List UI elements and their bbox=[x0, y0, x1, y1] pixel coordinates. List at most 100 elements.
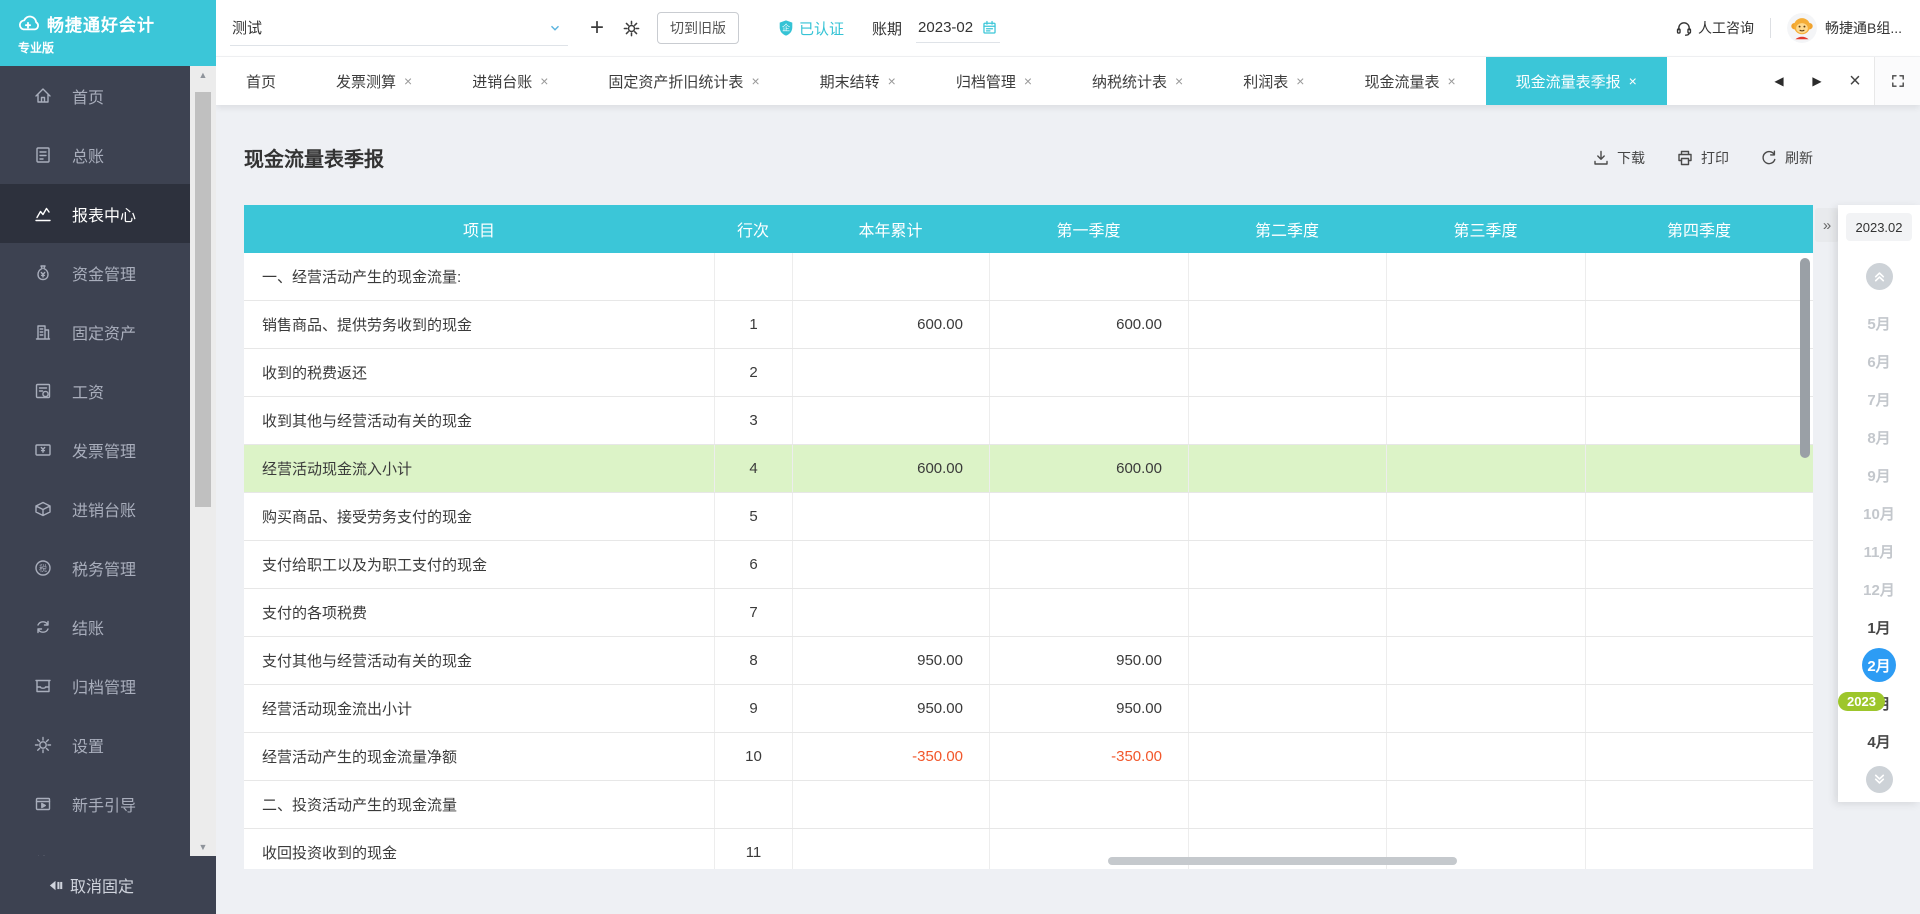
table-row[interactable]: 经营活动现金流入小计 4 600.00 600.00 bbox=[244, 445, 1813, 493]
sidebar-item-固定资产[interactable]: 固定资产 bbox=[0, 302, 190, 361]
close-tab-icon[interactable]: × bbox=[404, 73, 412, 89]
period-date-input[interactable]: 2023-02 bbox=[916, 14, 1001, 43]
sidebar-item-工资[interactable]: 工资 bbox=[0, 361, 190, 420]
account-set-select[interactable]: 测试 bbox=[230, 10, 568, 46]
scrollbar-up-arrow-icon[interactable]: ▲ bbox=[190, 70, 216, 80]
cell-line-no bbox=[714, 781, 792, 828]
sidebar-item-新手引导[interactable]: 新手引导 bbox=[0, 774, 190, 833]
close-tab-icon[interactable]: × bbox=[1629, 73, 1637, 89]
table-row[interactable]: 收到其他与经营活动有关的现金 3 bbox=[244, 397, 1813, 445]
close-tab-icon[interactable]: × bbox=[1447, 73, 1455, 89]
tab-固定资产折旧统计表[interactable]: 固定资产折旧统计表 × bbox=[578, 57, 789, 105]
table-row[interactable]: 收到的税费返还 2 bbox=[244, 349, 1813, 397]
tab-期末结转[interactable]: 期末结转 × bbox=[790, 57, 926, 105]
close-tab-icon[interactable]: × bbox=[540, 73, 548, 89]
tab-现金流量表季报[interactable]: 现金流量表季报 × bbox=[1485, 57, 1667, 105]
table-row[interactable]: 支付其他与经营活动有关的现金 8 950.00 950.00 bbox=[244, 637, 1813, 685]
tab-现金流量表[interactable]: 现金流量表 × bbox=[1334, 57, 1485, 105]
column-header: 第三季度 bbox=[1453, 223, 1518, 240]
month-12月[interactable]: 12月 bbox=[1838, 570, 1920, 608]
tab-scroll-right-button[interactable]: ▶ bbox=[1798, 57, 1836, 105]
close-tab-icon[interactable]: × bbox=[1024, 73, 1032, 89]
cell-item: 收到其他与经营活动有关的现金 bbox=[262, 413, 473, 430]
close-tab-icon[interactable]: × bbox=[1296, 73, 1304, 89]
tab-首页[interactable]: 首页 bbox=[216, 57, 306, 105]
sidebar-item-税务管理[interactable]: 税 税务管理 bbox=[0, 538, 190, 597]
close-tab-icon[interactable]: × bbox=[751, 73, 759, 89]
table-row[interactable]: 支付的各项税费 7 bbox=[244, 589, 1813, 637]
tabs-close-button[interactable]: × bbox=[1836, 57, 1874, 105]
table-row[interactable]: 一、经营活动产生的现金流量: bbox=[244, 253, 1813, 301]
home-icon bbox=[33, 86, 53, 106]
add-button[interactable]: + bbox=[590, 16, 604, 40]
certified-label: 已认证 bbox=[799, 20, 845, 38]
sidebar-item-进销台账[interactable]: 进销台账 bbox=[0, 479, 190, 538]
tab-发票测算[interactable]: 发票测算 × bbox=[306, 57, 442, 105]
tab-纳税统计表[interactable]: 纳税统计表 × bbox=[1062, 57, 1213, 105]
cell-line-no bbox=[714, 253, 792, 300]
sidebar-scrollbar-thumb[interactable] bbox=[195, 92, 211, 507]
month-10月[interactable]: 10月 bbox=[1838, 494, 1920, 532]
month-4月[interactable]: 4月 bbox=[1838, 722, 1920, 760]
tab-scroll-left-button[interactable]: ◀ bbox=[1760, 57, 1798, 105]
sidebar-item-报表中心[interactable]: 报表中心 bbox=[0, 184, 190, 243]
download-button[interactable]: 下载 bbox=[1591, 148, 1645, 168]
sidebar-item-资金管理[interactable]: 资金管理 bbox=[0, 243, 190, 302]
months-scroll-up-button[interactable] bbox=[1865, 263, 1893, 290]
month-5月[interactable]: 5月 bbox=[1838, 304, 1920, 342]
scrollbar-down-arrow-icon[interactable]: ▼ bbox=[190, 842, 216, 852]
sidebar-item-设置[interactable]: 设置 bbox=[0, 715, 190, 774]
tab-归档管理[interactable]: 归档管理 × bbox=[926, 57, 1062, 105]
tab-利润表[interactable]: 利润表 × bbox=[1213, 57, 1334, 105]
tab-进销台账[interactable]: 进销台账 × bbox=[442, 57, 578, 105]
month-2月[interactable]: 2月 bbox=[1838, 646, 1920, 684]
unpin-label: 取消固定 bbox=[70, 879, 135, 896]
month-label: 11月 bbox=[1863, 543, 1895, 561]
table-row[interactable]: 经营活动现金流出小计 9 950.00 950.00 bbox=[244, 685, 1813, 733]
cell-q3 bbox=[1386, 589, 1585, 636]
cell-ytd: 950.00 bbox=[792, 685, 989, 732]
table-row[interactable]: 销售商品、提供劳务收到的现金 1 600.00 600.00 bbox=[244, 301, 1813, 349]
close-tab-icon[interactable]: × bbox=[1175, 73, 1183, 89]
table-horizontal-scrollbar[interactable] bbox=[1108, 857, 1457, 865]
settings-gear-button[interactable] bbox=[622, 19, 641, 38]
current-period[interactable]: 2023.02 bbox=[1846, 213, 1912, 241]
table-vertical-scrollbar[interactable] bbox=[1800, 258, 1810, 458]
sidebar-item-首页[interactable]: 首页 bbox=[0, 66, 190, 125]
sidebar-scrollbar[interactable]: ▲ ▼ bbox=[190, 66, 216, 856]
cell-ytd bbox=[792, 829, 989, 869]
cell-q1 bbox=[989, 541, 1188, 588]
close-tab-icon[interactable]: × bbox=[888, 73, 896, 89]
months-scroll-down-button[interactable] bbox=[1865, 766, 1893, 793]
avatar[interactable] bbox=[1786, 13, 1817, 43]
sidebar-item-发票管理[interactable]: 发票管理 bbox=[0, 420, 190, 479]
fullscreen-icon[interactable] bbox=[1874, 57, 1920, 105]
month-7月[interactable]: 7月 bbox=[1838, 380, 1920, 418]
cell-q1 bbox=[989, 349, 1188, 396]
table-row[interactable]: 二、投资活动产生的现金流量 bbox=[244, 781, 1813, 829]
month-6月[interactable]: 6月 bbox=[1838, 342, 1920, 380]
collapse-period-panel-button[interactable]: » bbox=[1815, 208, 1839, 242]
table-row[interactable]: 收回投资收到的现金 11 bbox=[244, 829, 1813, 869]
month-label: 8月 bbox=[1867, 429, 1891, 447]
unpin-sidebar-button[interactable]: 取消固定 bbox=[0, 856, 216, 914]
sidebar-item-结账[interactable]: 结账 bbox=[0, 597, 190, 656]
calendar-icon[interactable] bbox=[981, 19, 998, 36]
switch-to-old-version-button[interactable]: 切到旧版 bbox=[657, 12, 740, 44]
sidebar-item-label: 发票管理 bbox=[72, 443, 137, 461]
cell-q1: 950.00 bbox=[989, 637, 1188, 684]
table-row[interactable]: 支付给职工以及为职工支付的现金 6 bbox=[244, 541, 1813, 589]
month-8月[interactable]: 8月 bbox=[1838, 418, 1920, 456]
sidebar-item-总账[interactable]: 总账 bbox=[0, 125, 190, 184]
user-name[interactable]: 畅捷通B组... bbox=[1825, 18, 1902, 38]
month-1月[interactable]: 1月 bbox=[1838, 608, 1920, 646]
print-button[interactable]: 打印 bbox=[1675, 148, 1729, 168]
month-11月[interactable]: 11月 bbox=[1838, 532, 1920, 570]
month-9月[interactable]: 9月 bbox=[1838, 456, 1920, 494]
cell-q4 bbox=[1585, 637, 1813, 684]
refresh-button[interactable]: 刷新 bbox=[1759, 148, 1813, 168]
table-row[interactable]: 经营活动产生的现金流量净额 10 -350.00 -350.00 bbox=[244, 733, 1813, 781]
support-button[interactable]: 人工咨询 bbox=[1675, 18, 1754, 38]
table-row[interactable]: 购买商品、接受劳务支付的现金 5 bbox=[244, 493, 1813, 541]
sidebar-item-归档管理[interactable]: 归档管理 bbox=[0, 656, 190, 715]
